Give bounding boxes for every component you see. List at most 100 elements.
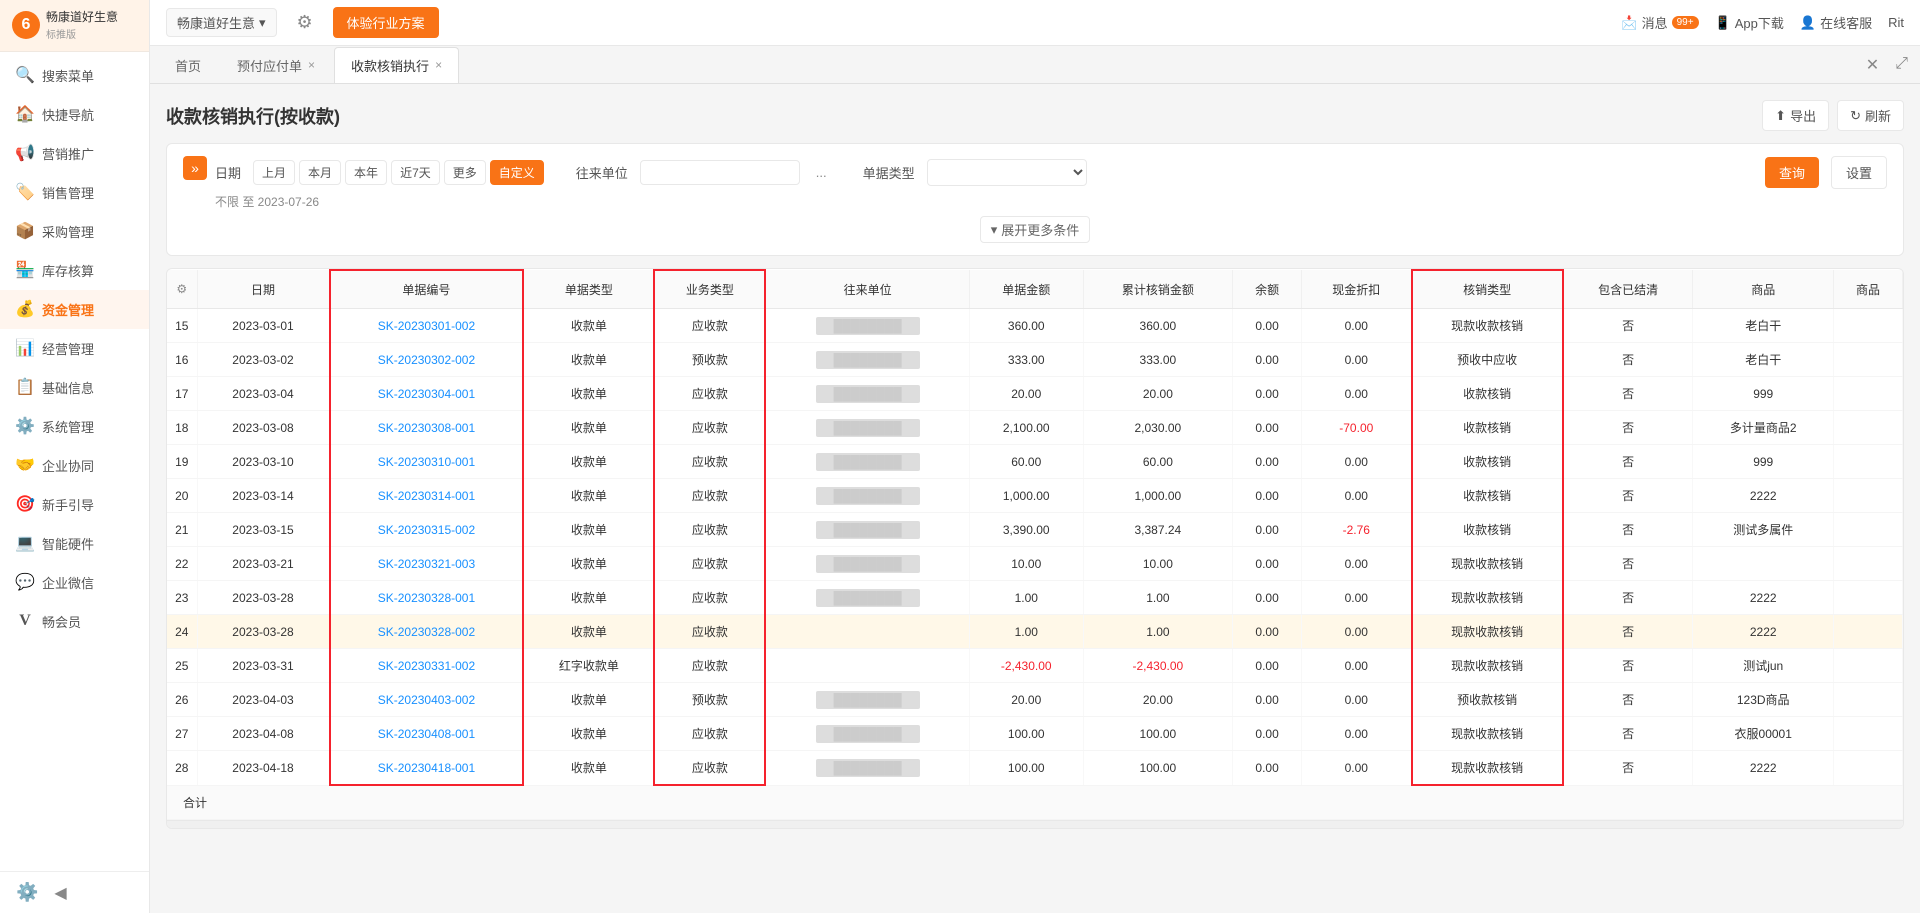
app-download-button[interactable]: 📱 App下载 (1715, 13, 1784, 32)
cell-goods: 老白干 (1693, 343, 1834, 377)
voucher-no-link[interactable]: SK-20230328-002 (378, 625, 475, 639)
sidebar-item-purchase[interactable]: 📦 采购管理 (0, 212, 149, 251)
sidebar-item-member[interactable]: V 畅会员 (0, 602, 149, 641)
table-row: 26 2023-04-03 SK-20230403-002 收款单 预收款 ██… (167, 683, 1903, 717)
sidebar-item-operations[interactable]: 📊 经营管理 (0, 329, 149, 368)
sidebar-item-hardware[interactable]: 💻 智能硬件 (0, 524, 149, 563)
operations-icon: 📊 (16, 339, 34, 357)
table-container[interactable]: ⚙ 日期 单据编号 单据类型 业务类型 往来单位 单据金额 累计核销金额 余额 … (167, 269, 1903, 820)
settings-bottom-icon[interactable]: ⚙️ (16, 882, 38, 903)
cell-biz-type: 应收款 (654, 309, 765, 343)
sidebar-bottom: ⚙️ ◀ (0, 871, 149, 913)
tab-collection-close[interactable]: × (435, 58, 442, 72)
voucher-no-link[interactable]: SK-20230301-002 (378, 319, 475, 333)
cell-date: 2023-03-21 (197, 547, 330, 581)
voucher-no-link[interactable]: SK-20230418-001 (378, 761, 475, 775)
last-7-days-btn[interactable]: 近7天 (391, 160, 440, 185)
voucher-no-link[interactable]: SK-20230310-001 (378, 455, 475, 469)
voucher-type-select[interactable]: 收款单 红字收款单 (927, 159, 1087, 186)
solution-button[interactable]: 体验行业方案 (333, 7, 439, 38)
table-row: 22 2023-03-21 SK-20230321-003 收款单 应收款 ██… (167, 547, 1903, 581)
date-quick-btns: 上月 本月 本年 近7天 更多 自定义 (253, 160, 544, 185)
cell-biz-type: 应收款 (654, 581, 765, 615)
voucher-no-link[interactable]: SK-20230315-002 (378, 523, 475, 537)
sidebar-item-label: 系统管理 (42, 417, 94, 436)
voucher-no-link[interactable]: SK-20230331-002 (378, 659, 475, 673)
voucher-no-link[interactable]: SK-20230314-001 (378, 489, 475, 503)
filter-expand-arrow[interactable]: » (183, 156, 207, 180)
cell-date: 2023-03-28 (197, 615, 330, 649)
cell-verify-type: 收款核销 (1412, 445, 1563, 479)
tab-maximize-button[interactable]: ⤢ (1891, 51, 1912, 79)
sidebar-item-enterprise[interactable]: 🤝 企业协同 (0, 446, 149, 485)
tab-collection[interactable]: 收款核销执行 × (334, 47, 459, 83)
cell-date: 2023-04-03 (197, 683, 330, 717)
sidebar-item-guide[interactable]: 🎯 新手引导 (0, 485, 149, 524)
cell-goods2 (1833, 513, 1902, 547)
voucher-no-link[interactable]: SK-20230308-001 (378, 421, 475, 435)
sidebar-item-label: 畅会员 (42, 612, 81, 631)
cell-date: 2023-04-08 (197, 717, 330, 751)
export-button[interactable]: ⬆ 导出 (1762, 100, 1829, 131)
tab-home-label: 首页 (175, 56, 201, 75)
gear-button[interactable]: ⚙ (289, 7, 321, 39)
tab-close-button[interactable]: ✕ (1862, 51, 1883, 79)
col-biz-type: 业务类型 (654, 270, 765, 309)
cell-counterparty: ████████ (765, 717, 969, 751)
customer-service-button[interactable]: 👤 在线客服 (1800, 13, 1872, 32)
tab-prepay-close[interactable]: × (308, 58, 315, 72)
col-include-settled: 包含已结清 (1563, 270, 1693, 309)
sidebar-item-search[interactable]: 🔍 搜索菜单 (0, 56, 149, 95)
customer-service-label: 在线客服 (1820, 13, 1872, 32)
last-month-btn[interactable]: 上月 (253, 160, 295, 185)
voucher-no-link[interactable]: SK-20230321-003 (378, 557, 475, 571)
sidebar-item-quick-nav[interactable]: 🏠 快捷导航 (0, 95, 149, 134)
collapse-icon[interactable]: ◀ (54, 883, 66, 903)
cell-voucher-no: SK-20230302-002 (330, 343, 524, 377)
voucher-no-link[interactable]: SK-20230304-001 (378, 387, 475, 401)
expand-more-btn[interactable]: ▾ 展开更多条件 (980, 216, 1091, 243)
counterparty-input[interactable] (640, 160, 800, 185)
sidebar-item-marketing[interactable]: 📢 营销推广 (0, 134, 149, 173)
notification-button[interactable]: 📩 消息 99+ (1621, 13, 1698, 32)
cell-accumulated: 1,000.00 (1083, 479, 1233, 513)
table-row: 16 2023-03-02 SK-20230302-002 收款单 预收款 ██… (167, 343, 1903, 377)
cell-balance: 0.00 (1233, 717, 1302, 751)
cell-voucher-type: 收款单 (523, 547, 654, 581)
voucher-no-link[interactable]: SK-20230403-002 (378, 693, 475, 707)
sidebar-item-finance[interactable]: 💰 资金管理 (0, 290, 149, 329)
cell-goods: 999 (1693, 445, 1834, 479)
workspace-dropdown[interactable]: 畅康道好生意 ▾ (166, 8, 277, 37)
guide-icon: 🎯 (16, 495, 34, 513)
tab-home[interactable]: 首页 (158, 47, 218, 83)
sidebar-item-basic[interactable]: 📋 基础信息 (0, 368, 149, 407)
custom-date-btn[interactable]: 自定义 (490, 160, 544, 185)
topbar: 畅康道好生意 ▾ ⚙ 体验行业方案 📩 消息 99+ 📱 App下载 👤 在线客… (150, 0, 1920, 46)
table-row: 20 2023-03-14 SK-20230314-001 收款单 应收款 ██… (167, 479, 1903, 513)
cell-verify-type: 现款收款核销 (1412, 309, 1563, 343)
cell-balance: 0.00 (1233, 479, 1302, 513)
table-row: 24 2023-03-28 SK-20230328-002 收款单 应收款 1.… (167, 615, 1903, 649)
this-year-btn[interactable]: 本年 (345, 160, 387, 185)
settings-filter-button[interactable]: 设置 (1831, 156, 1887, 189)
voucher-no-link[interactable]: SK-20230302-002 (378, 353, 475, 367)
col-settings[interactable]: ⚙ (167, 270, 197, 309)
user-menu[interactable]: Rit (1888, 15, 1904, 30)
tab-prepay[interactable]: 预付应付单 × (220, 47, 332, 83)
cell-goods2 (1833, 547, 1902, 581)
sidebar-item-system[interactable]: ⚙️ 系统管理 (0, 407, 149, 446)
refresh-button[interactable]: ↻ 刷新 (1837, 100, 1904, 131)
voucher-no-link[interactable]: SK-20230408-001 (378, 727, 475, 741)
horizontal-scrollbar[interactable] (167, 820, 1903, 828)
more-date-btn[interactable]: 更多 (444, 160, 486, 185)
voucher-no-link[interactable]: SK-20230328-001 (378, 591, 475, 605)
query-button[interactable]: 查询 (1765, 157, 1819, 188)
sidebar-item-wechat[interactable]: 💬 企业微信 (0, 563, 149, 602)
sidebar-item-sales[interactable]: 🏷️ 销售管理 (0, 173, 149, 212)
app-name: 畅康道好生意 (46, 10, 118, 26)
this-month-btn[interactable]: 本月 (299, 160, 341, 185)
sidebar-item-inventory[interactable]: 🏪 库存核算 (0, 251, 149, 290)
col-balance: 余额 (1233, 270, 1302, 309)
cell-cash-discount: 0.00 (1302, 547, 1412, 581)
cell-date: 2023-03-02 (197, 343, 330, 377)
